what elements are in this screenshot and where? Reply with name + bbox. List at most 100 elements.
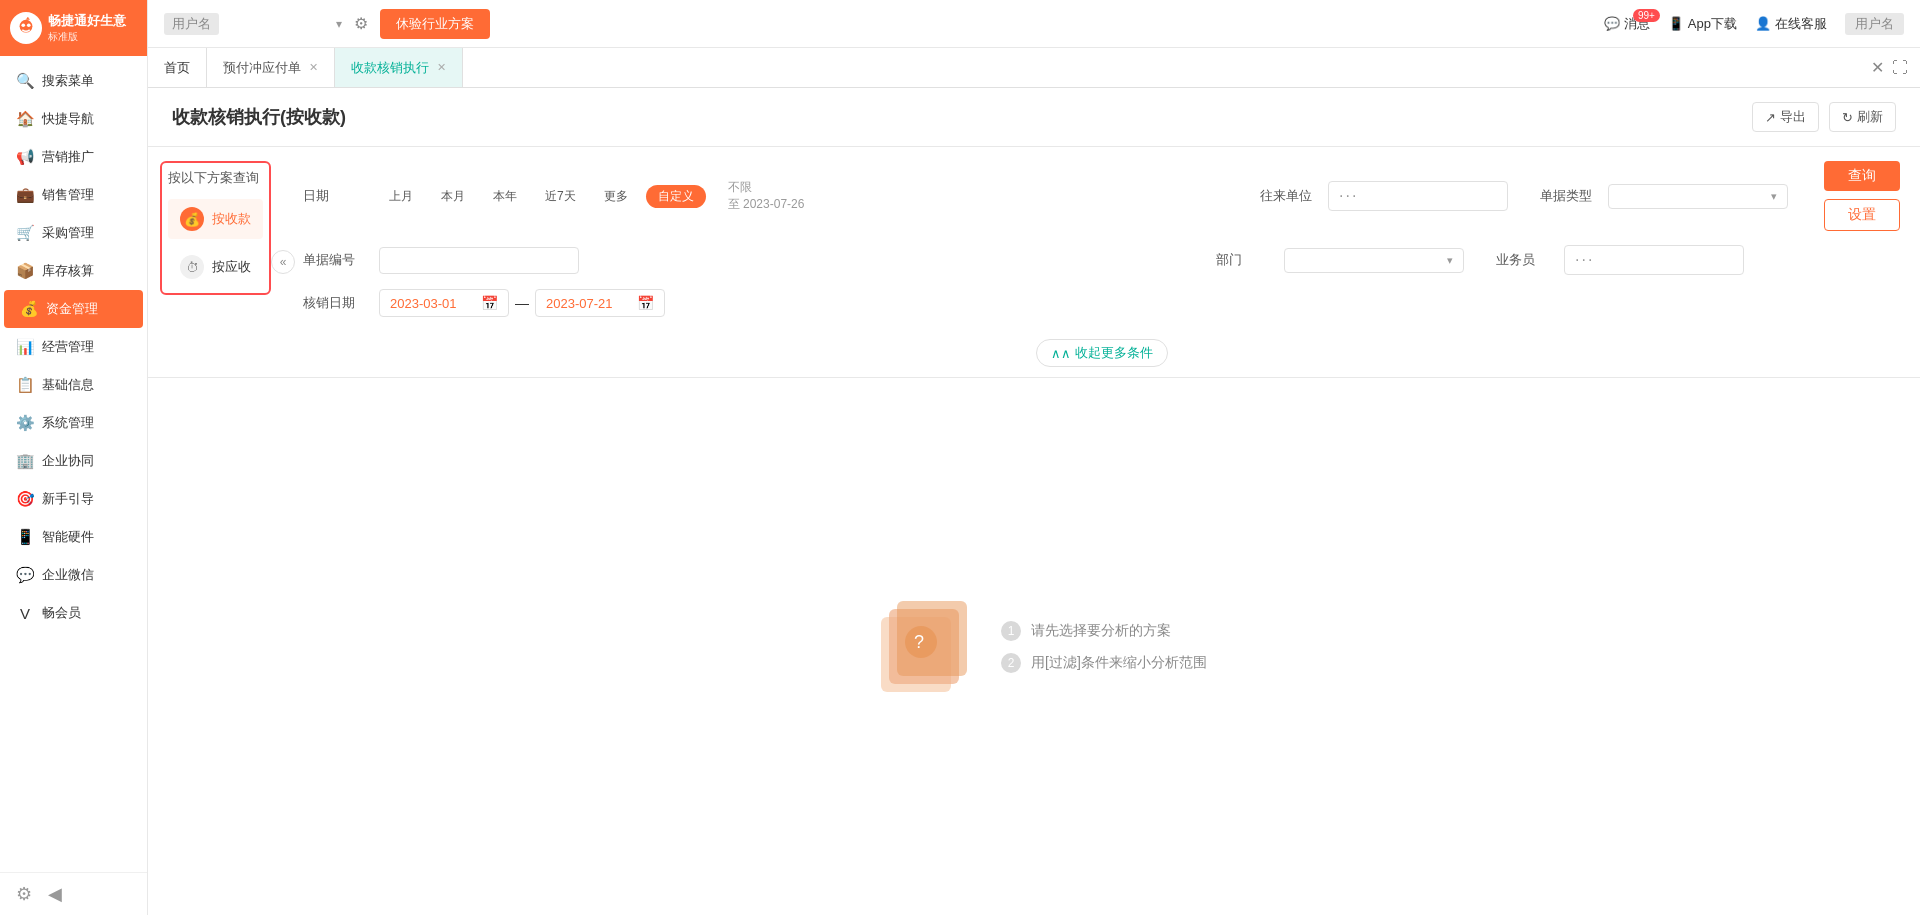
collapse-filter-sidebar-icon[interactable]: « — [271, 250, 295, 274]
topbar-gear-icon[interactable]: ⚙ — [354, 14, 368, 33]
service-icon: 👤 — [1755, 16, 1771, 31]
tab-maximize-icon[interactable]: ⛶ — [1892, 59, 1908, 77]
tab-home[interactable]: 首页 — [148, 48, 207, 87]
app-version: 标准版 — [48, 30, 126, 43]
filter-sidebar: 按以下方案查询 💰 按收款 ⏱ 按应收 « — [148, 147, 283, 377]
tab-close-all-icon[interactable]: ✕ — [1871, 58, 1884, 77]
sidebar-item-nav[interactable]: 🏠 快捷导航 — [0, 100, 147, 138]
staff-label: 业务员 — [1496, 251, 1556, 269]
topbar-chevron-icon[interactable]: ▾ — [336, 17, 342, 31]
page-header: 收款核销执行(按收款) ↗ 导出 ↻ 刷新 — [148, 88, 1920, 147]
sidebar-item-sales[interactable]: 💼 销售管理 — [0, 176, 147, 214]
date-btn-7days[interactable]: 近7天 — [535, 185, 586, 208]
verify-date-end-input[interactable]: 2023-07-21 📅 — [535, 289, 665, 317]
tab-prepay-close-icon[interactable]: ✕ — [309, 62, 318, 73]
staff-select[interactable]: ··· — [1564, 245, 1744, 275]
topbar-app-download[interactable]: 📱 App下载 — [1668, 15, 1737, 33]
doc-type-arrow-icon: ▾ — [1771, 190, 1777, 203]
finance-icon: 💰 — [20, 300, 38, 318]
doc-type-select[interactable]: ▾ — [1608, 184, 1788, 209]
svg-point-2 — [27, 23, 31, 27]
tabbar: 首页 预付冲应付单 ✕ 收款核销执行 ✕ ✕ ⛶ — [148, 48, 1920, 88]
solution-button[interactable]: 休验行业方案 — [380, 9, 490, 39]
settings-bottom-icon[interactable]: ⚙ — [16, 883, 32, 905]
hardware-icon: 📱 — [16, 528, 34, 546]
query-button[interactable]: 查询 — [1824, 161, 1900, 191]
empty-state: ? 1 请先选择要分析的方案 2 用[过滤]条件来缩小分析范围 — [148, 378, 1920, 915]
sidebar-item-guide[interactable]: 🎯 新手引导 — [0, 480, 147, 518]
verify-date-start-input[interactable]: 2023-03-01 📅 — [379, 289, 509, 317]
end-calendar-icon[interactable]: 📅 — [637, 295, 654, 311]
setting-button[interactable]: 设置 — [1824, 199, 1900, 231]
sales-icon: 💼 — [16, 186, 34, 204]
topbar-right: 💬 消息 99+ 📱 App下载 👤 在线客服 用户名 — [1604, 13, 1904, 35]
sidebar: 畅捷通好生意 标准版 🔍 搜索菜单 🏠 快捷导航 📢 营销推广 💼 销售管理 🛒… — [0, 0, 148, 915]
filter-area: 按以下方案查询 💰 按收款 ⏱ 按应收 « — [148, 147, 1920, 378]
sidebar-item-system[interactable]: ⚙️ 系统管理 — [0, 404, 147, 442]
filter-sidebar-wrapper: 按以下方案查询 💰 按收款 ⏱ 按应收 — [160, 161, 271, 295]
guide-icon: 🎯 — [16, 490, 34, 508]
partner-select[interactable]: ··· — [1328, 181, 1508, 211]
marketing-icon: 📢 — [16, 148, 34, 166]
sidebar-item-basics[interactable]: 📋 基础信息 — [0, 366, 147, 404]
svg-text:?: ? — [914, 632, 924, 652]
staff-dots: ··· — [1575, 251, 1594, 269]
date-btn-last-month[interactable]: 上月 — [379, 185, 423, 208]
member-icon: V — [16, 604, 34, 622]
sidebar-item-operations[interactable]: 📊 经营管理 — [0, 328, 147, 366]
collapse-sidebar-icon[interactable]: ◀ — [48, 883, 62, 905]
system-icon: ⚙️ — [16, 414, 34, 432]
filter-item-by-receivable[interactable]: ⏱ 按应收 — [168, 247, 263, 287]
date-btn-this-month[interactable]: 本月 — [431, 185, 475, 208]
export-icon: ↗ — [1765, 110, 1776, 125]
sidebar-item-member[interactable]: V 畅会员 — [0, 594, 147, 632]
sidebar-item-finance[interactable]: 💰 资金管理 — [4, 290, 143, 328]
topbar-msg[interactable]: 💬 消息 99+ — [1604, 15, 1650, 33]
basics-icon: 📋 — [16, 376, 34, 394]
search-icon: 🔍 — [16, 72, 34, 90]
sidebar-item-corp[interactable]: 🏢 企业协同 — [0, 442, 147, 480]
sidebar-item-purchase[interactable]: 🛒 采购管理 — [0, 214, 147, 252]
sidebar-item-hardware[interactable]: 📱 智能硬件 — [0, 518, 147, 556]
collapse-icon: ∧∧ — [1051, 346, 1071, 361]
partner-label: 往来单位 — [1260, 187, 1320, 205]
sidebar-bottom: ⚙ ◀ — [0, 872, 147, 915]
date-options-group: 上月 本月 本年 近7天 更多 自定义 — [379, 185, 706, 208]
tab-receipt[interactable]: 收款核销执行 ✕ — [335, 48, 463, 87]
corp-icon: 🏢 — [16, 452, 34, 470]
empty-hint-2: 2 用[过滤]条件来缩小分析范围 — [1001, 653, 1207, 673]
filter-main: 日期 上月 本月 本年 近7天 更多 自定义 不限 至 2023-07-26 — [283, 147, 1920, 377]
topbar-service[interactable]: 👤 在线客服 — [1755, 15, 1827, 33]
tab-prepay[interactable]: 预付冲应付单 ✕ — [207, 48, 335, 87]
topbar: 用户名 ▾ ⚙ 休验行业方案 💬 消息 99+ 📱 App下载 👤 在线客服 用… — [148, 0, 1920, 48]
page-title: 收款核销执行(按收款) — [172, 105, 346, 129]
export-button[interactable]: ↗ 导出 — [1752, 102, 1819, 132]
filter-item-by-receipt[interactable]: 💰 按收款 — [168, 199, 263, 239]
sidebar-item-marketing[interactable]: 📢 营销推广 — [0, 138, 147, 176]
receivable-icon: ⏱ — [180, 255, 204, 279]
collapse-more-btn[interactable]: ∧∧ 收起更多条件 — [1036, 339, 1168, 367]
sidebar-item-wechat[interactable]: 💬 企业微信 — [0, 556, 147, 594]
topbar-brand-text: 用户名 — [164, 13, 219, 35]
sidebar-item-search[interactable]: 🔍 搜索菜单 — [0, 62, 147, 100]
refresh-icon: ↻ — [1842, 110, 1853, 125]
refresh-button[interactable]: ↻ 刷新 — [1829, 102, 1896, 132]
date-btn-more[interactable]: 更多 — [594, 185, 638, 208]
app-logo: 畅捷通好生意 标准版 — [0, 0, 147, 56]
empty-hint-1: 1 请先选择要分析的方案 — [1001, 621, 1207, 641]
doc-no-input[interactable] — [379, 247, 579, 274]
empty-illustration: ? — [861, 587, 981, 707]
date-to-text: 至 2023-07-26 — [728, 196, 805, 213]
start-calendar-icon[interactable]: 📅 — [481, 295, 498, 311]
tab-receipt-close-icon[interactable]: ✕ — [437, 62, 446, 73]
date-btn-custom[interactable]: 自定义 — [646, 185, 706, 208]
filter-body: 按以下方案查询 💰 按收款 ⏱ 按应收 « — [148, 147, 1920, 377]
topbar-user: 用户名 — [1845, 13, 1904, 35]
wechat-icon: 💬 — [16, 566, 34, 584]
dept-select[interactable]: ▾ — [1284, 248, 1464, 273]
sidebar-item-inventory[interactable]: 📦 库存核算 — [0, 252, 147, 290]
filter-row-1: 日期 上月 本月 本年 近7天 更多 自定义 不限 至 2023-07-26 — [303, 161, 1900, 231]
app-name: 畅捷通好生意 — [48, 13, 126, 30]
page-actions: ↗ 导出 ↻ 刷新 — [1752, 102, 1896, 132]
date-btn-this-year[interactable]: 本年 — [483, 185, 527, 208]
